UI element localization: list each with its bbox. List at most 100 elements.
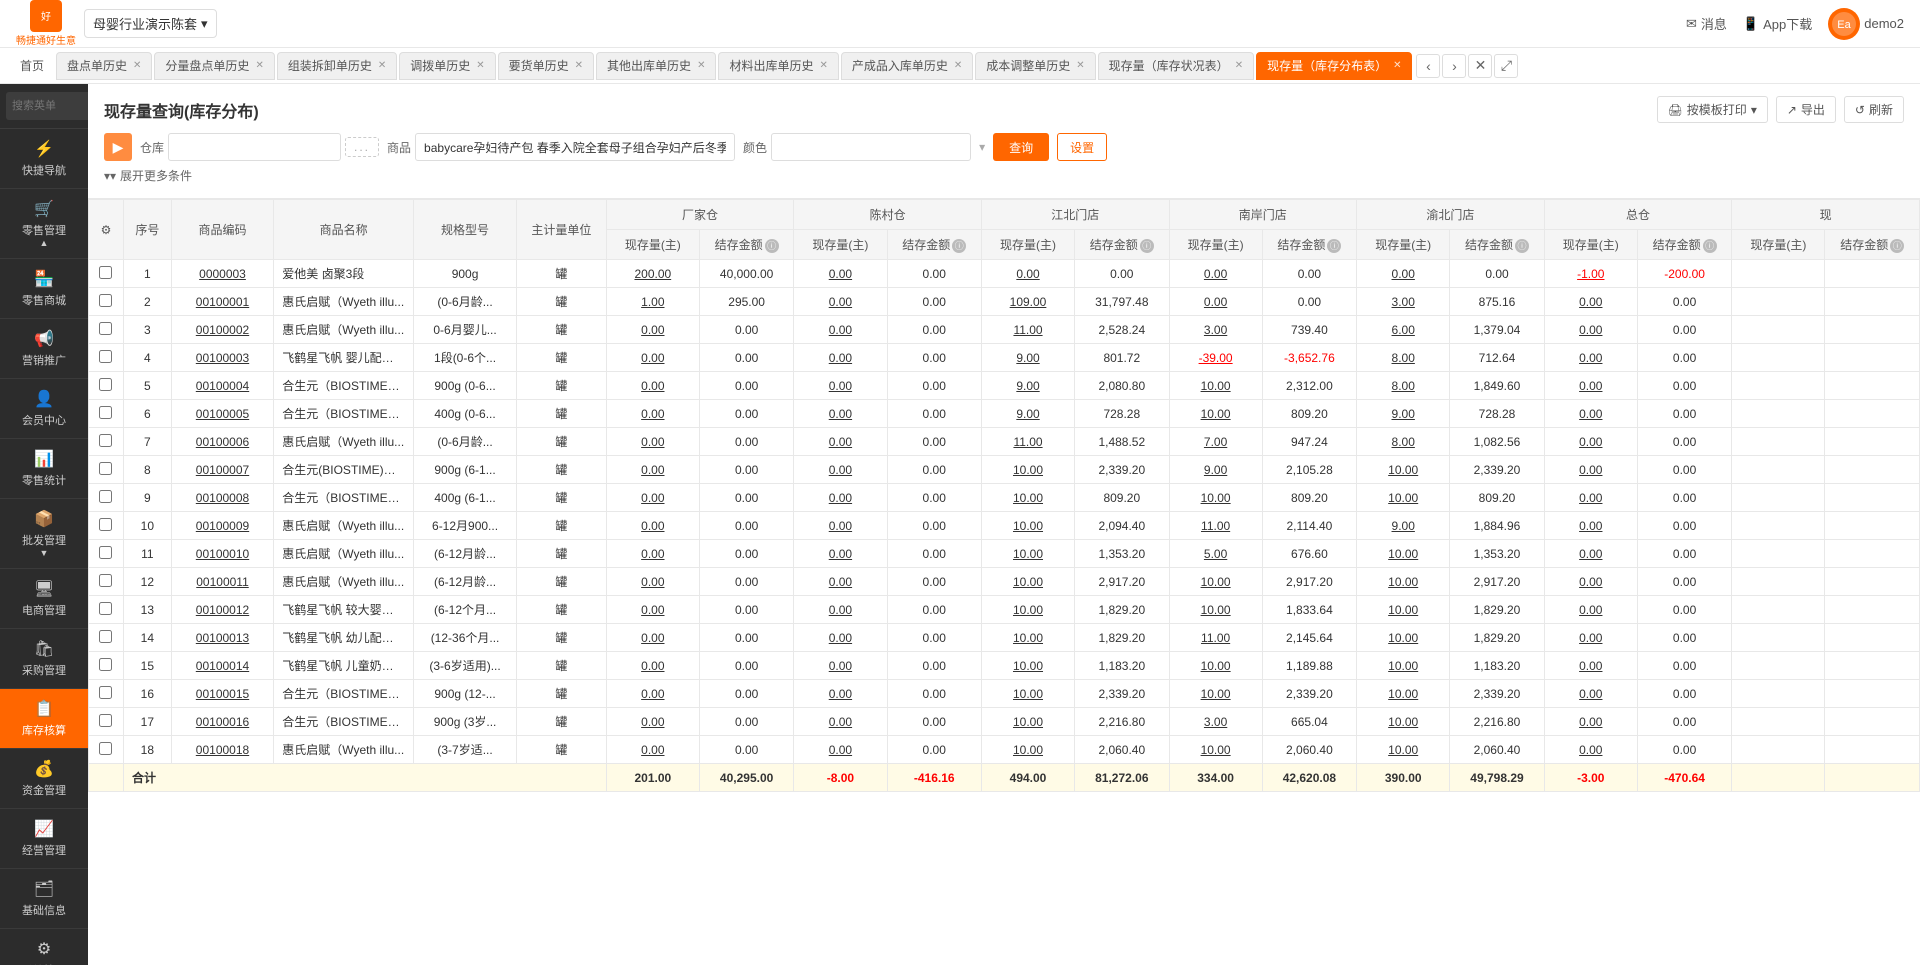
row-code[interactable]: 00100002: [171, 316, 274, 344]
row-chen-qty[interactable]: 0.00: [794, 736, 887, 764]
tab-material-out[interactable]: 材料出库单历史 ✕: [718, 52, 838, 80]
row-total-qty[interactable]: 0.00: [1544, 456, 1637, 484]
row-checkbox[interactable]: [89, 456, 124, 484]
row-nanan-qty[interactable]: -39.00: [1169, 344, 1262, 372]
tab-home[interactable]: 首页: [8, 52, 56, 80]
row-factory-qty[interactable]: 200.00: [606, 260, 699, 288]
row-chen-qty[interactable]: 0.00: [794, 652, 887, 680]
row-yubei-qty[interactable]: 10.00: [1357, 456, 1450, 484]
row-total-qty[interactable]: 0.00: [1544, 400, 1637, 428]
row-chen-qty[interactable]: 0.00: [794, 260, 887, 288]
sidebar-item-wholesale[interactable]: 📦 批发管理 ▼: [0, 499, 88, 569]
row-nanan-qty[interactable]: 10.00: [1169, 652, 1262, 680]
row-jiangbei-qty[interactable]: 9.00: [981, 372, 1074, 400]
row-nanan-qty[interactable]: 3.00: [1169, 708, 1262, 736]
row-checkbox[interactable]: [89, 624, 124, 652]
close-icon[interactable]: ✕: [1076, 60, 1084, 71]
warehouse-ellipsis[interactable]: ...: [345, 137, 379, 157]
tab-stock-status[interactable]: 现存量（库存状况表） ✕: [1098, 52, 1254, 80]
close-icon[interactable]: ✕: [378, 60, 386, 71]
color-input[interactable]: [771, 133, 971, 161]
close-icon[interactable]: ✕: [255, 60, 263, 71]
row-yubei-qty[interactable]: 10.00: [1357, 736, 1450, 764]
setting-button[interactable]: 设置: [1057, 133, 1107, 161]
row-code[interactable]: 00100011: [171, 568, 274, 596]
messages-action[interactable]: ✉ 消息: [1686, 14, 1727, 33]
row-factory-qty[interactable]: 0.00: [606, 568, 699, 596]
row-nanan-qty[interactable]: 11.00: [1169, 624, 1262, 652]
close-icon[interactable]: ✕: [697, 60, 705, 71]
row-yubei-qty[interactable]: 9.00: [1357, 512, 1450, 540]
row-chen-qty[interactable]: 0.00: [794, 372, 887, 400]
row-checkbox[interactable]: [89, 260, 124, 288]
refresh-button[interactable]: ↺ 刷新: [1844, 96, 1904, 123]
row-jiangbei-qty[interactable]: 10.00: [981, 568, 1074, 596]
sidebar-item-system[interactable]: ⚙ 系统管理: [0, 929, 88, 965]
row-factory-qty[interactable]: 0.00: [606, 456, 699, 484]
print-button[interactable]: 🖨 按模板打印 ▾: [1657, 96, 1768, 123]
row-factory-qty[interactable]: 0.00: [606, 400, 699, 428]
row-jiangbei-qty[interactable]: 0.00: [981, 260, 1074, 288]
row-total-qty[interactable]: 0.00: [1544, 428, 1637, 456]
row-checkbox[interactable]: [89, 568, 124, 596]
row-yubei-qty[interactable]: 8.00: [1357, 428, 1450, 456]
row-code[interactable]: 00100016: [171, 708, 274, 736]
row-chen-qty[interactable]: 0.00: [794, 288, 887, 316]
row-nanan-qty[interactable]: 10.00: [1169, 680, 1262, 708]
tab-assemble[interactable]: 组装拆卸单历史 ✕: [277, 52, 397, 80]
sidebar-item-inventory[interactable]: 📋 库存核算: [0, 689, 88, 749]
row-nanan-qty[interactable]: 10.00: [1169, 484, 1262, 512]
close-icon[interactable]: ✕: [476, 60, 484, 71]
close-icon[interactable]: ✕: [1393, 60, 1401, 71]
tab-product-in[interactable]: 产成品入库单历史 ✕: [841, 52, 973, 80]
row-checkbox[interactable]: [89, 428, 124, 456]
row-checkbox[interactable]: [89, 316, 124, 344]
tab-other-out[interactable]: 其他出库单历史 ✕: [596, 52, 716, 80]
row-checkbox[interactable]: [89, 708, 124, 736]
row-checkbox[interactable]: [89, 512, 124, 540]
row-nanan-qty[interactable]: 9.00: [1169, 456, 1262, 484]
tab-stock-dist[interactable]: 现存量（库存分布表） ✕: [1256, 52, 1412, 80]
row-code[interactable]: 00100013: [171, 624, 274, 652]
tab-requisition[interactable]: 要货单历史 ✕: [498, 52, 594, 80]
row-jiangbei-qty[interactable]: 109.00: [981, 288, 1074, 316]
row-nanan-qty[interactable]: 5.00: [1169, 540, 1262, 568]
row-chen-qty[interactable]: 0.00: [794, 484, 887, 512]
row-factory-qty[interactable]: 1.00: [606, 288, 699, 316]
row-factory-qty[interactable]: 0.00: [606, 680, 699, 708]
row-total-qty[interactable]: 0.00: [1544, 568, 1637, 596]
sidebar-item-operations[interactable]: 📈 经营管理: [0, 809, 88, 869]
gear-header[interactable]: ⚙: [89, 200, 124, 260]
factory-amt-info[interactable]: ⓘ: [765, 239, 779, 253]
row-yubei-qty[interactable]: 10.00: [1357, 568, 1450, 596]
row-factory-qty[interactable]: 0.00: [606, 736, 699, 764]
row-jiangbei-qty[interactable]: 10.00: [981, 540, 1074, 568]
sidebar-item-shop[interactable]: 🏪 零售商城: [0, 259, 88, 319]
curr-amt-info[interactable]: ⓘ: [1890, 239, 1904, 253]
tab-portion-count[interactable]: 分量盘点单历史 ✕: [154, 52, 274, 80]
row-jiangbei-qty[interactable]: 10.00: [981, 652, 1074, 680]
tab-next-btn[interactable]: ›: [1442, 54, 1466, 78]
row-code[interactable]: 00100007: [171, 456, 274, 484]
row-checkbox[interactable]: [89, 400, 124, 428]
row-total-qty[interactable]: 0.00: [1544, 512, 1637, 540]
row-checkbox[interactable]: [89, 540, 124, 568]
row-nanan-qty[interactable]: 10.00: [1169, 372, 1262, 400]
row-factory-qty[interactable]: 0.00: [606, 428, 699, 456]
export-button[interactable]: ↗ 导出: [1776, 96, 1836, 123]
row-code[interactable]: 0000003: [171, 260, 274, 288]
row-yubei-qty[interactable]: 6.00: [1357, 316, 1450, 344]
row-chen-qty[interactable]: 0.00: [794, 316, 887, 344]
sidebar-item-finance[interactable]: 💰 资金管理: [0, 749, 88, 809]
tab-transfer[interactable]: 调拨单历史 ✕: [399, 52, 495, 80]
row-code[interactable]: 00100005: [171, 400, 274, 428]
row-chen-qty[interactable]: 0.00: [794, 456, 887, 484]
row-code[interactable]: 00100003: [171, 344, 274, 372]
yubei-amt-info[interactable]: ⓘ: [1515, 239, 1529, 253]
close-icon[interactable]: ✕: [819, 60, 827, 71]
row-factory-qty[interactable]: 0.00: [606, 512, 699, 540]
row-jiangbei-qty[interactable]: 11.00: [981, 316, 1074, 344]
row-jiangbei-qty[interactable]: 10.00: [981, 736, 1074, 764]
nanan-amt-info[interactable]: ⓘ: [1327, 239, 1341, 253]
row-total-qty[interactable]: 0.00: [1544, 484, 1637, 512]
